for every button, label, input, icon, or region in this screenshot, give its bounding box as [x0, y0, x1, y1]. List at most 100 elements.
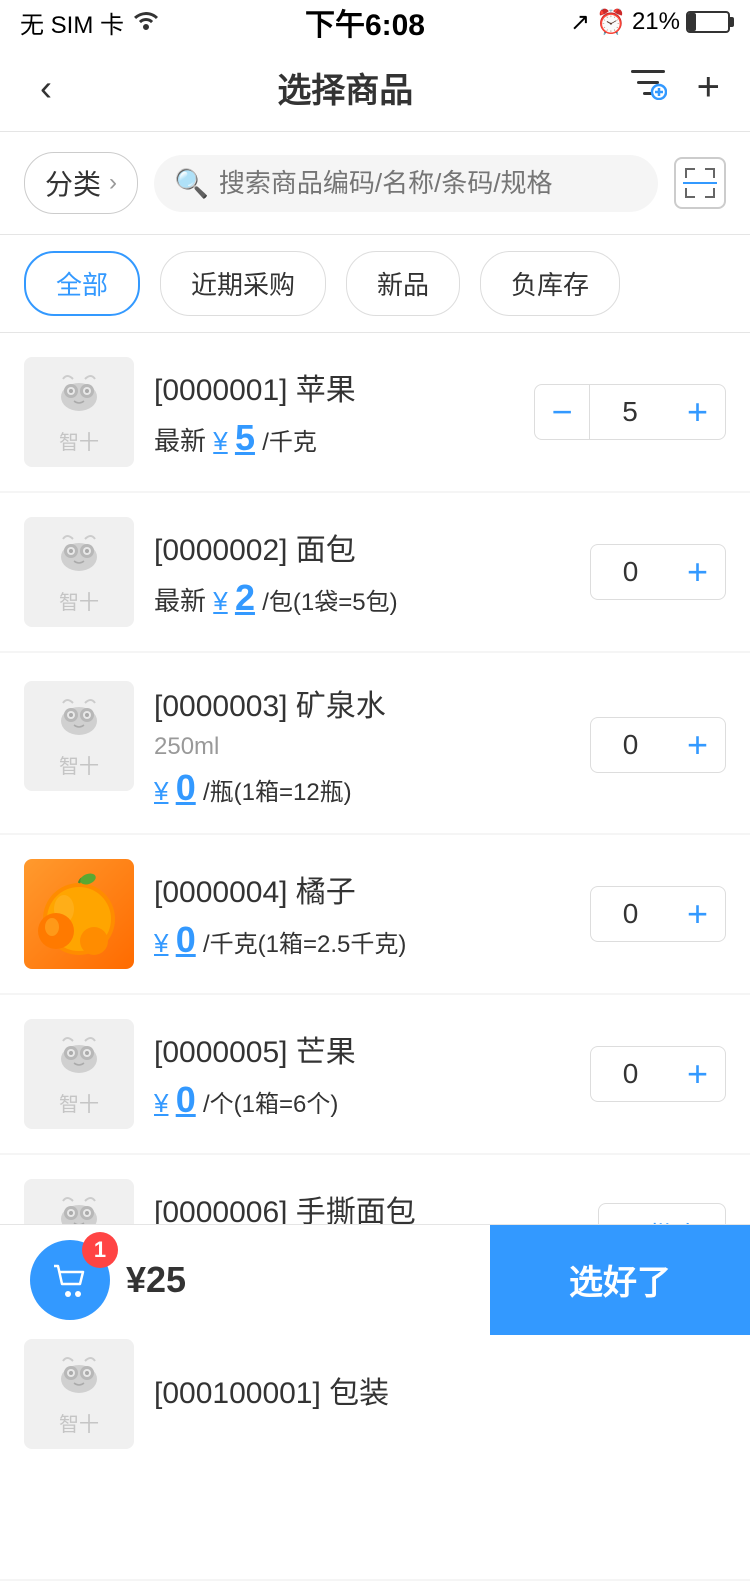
- product-name: [0000004] 橘子: [154, 867, 570, 911]
- status-time: 下午6:08: [305, 0, 425, 44]
- quantity-input[interactable]: [590, 544, 670, 600]
- search-icon: 🔍: [174, 167, 209, 200]
- currency-symbol: ¥: [213, 426, 227, 456]
- owl-icon: [53, 369, 105, 424]
- bottom-bar: 1 ¥25 选好了: [0, 1224, 750, 1334]
- currency-symbol: ¥: [154, 1088, 168, 1118]
- nav-actions: +: [629, 65, 720, 110]
- product-price: ¥ 0 /个(1箱=6个): [154, 1079, 570, 1121]
- product-info: [0000002] 面包 最新 ¥ 2 /包(1袋=5包): [154, 525, 570, 619]
- currency-symbol: ¥: [213, 586, 227, 616]
- owl-text: 智十: [59, 1088, 99, 1117]
- increment-button[interactable]: +: [670, 384, 726, 440]
- list-item: 智十 [000100001] 包装: [0, 1315, 750, 1579]
- product-thumbnail: 智十: [24, 1019, 134, 1129]
- quantity-input[interactable]: [590, 384, 670, 440]
- decrement-button[interactable]: −: [534, 384, 590, 440]
- increment-button[interactable]: +: [670, 544, 726, 600]
- price-value: 0: [176, 767, 196, 808]
- tab-all[interactable]: 全部: [24, 251, 140, 316]
- list-item: 智十 [0000003] 矿泉水 250ml ¥ 0 /瓶(1箱=12瓶) +: [0, 653, 750, 833]
- increment-button[interactable]: +: [670, 717, 726, 773]
- filter-tabs: 全部 近期采购 新品 负库存: [0, 235, 750, 333]
- alarm-icon: ⏰: [596, 8, 626, 37]
- search-input[interactable]: [219, 168, 638, 199]
- product-name: [0000005] 芒果: [154, 1027, 570, 1071]
- tab-new[interactable]: 新品: [346, 251, 460, 316]
- category-button[interactable]: 分类 ›: [24, 152, 138, 214]
- page-title: 选择商品: [277, 63, 413, 112]
- scan-icon[interactable]: [674, 157, 726, 209]
- price-unit: /千克: [262, 429, 317, 456]
- product-name: [0000001] 苹果: [154, 365, 514, 409]
- price-value: 2: [235, 577, 255, 618]
- tab-recent[interactable]: 近期采购: [160, 251, 326, 316]
- price-unit: /包(1袋=5包): [262, 589, 397, 616]
- product-controls: +: [590, 544, 726, 600]
- product-price: 最新 ¥ 2 /包(1袋=5包): [154, 577, 570, 619]
- carrier-text: 无 SIM 卡: [20, 5, 124, 40]
- price-value: 0: [176, 1079, 196, 1120]
- product-info: [0000004] 橘子 ¥ 0 /千克(1箱=2.5千克): [154, 867, 570, 961]
- search-input-wrap: 🔍: [154, 155, 658, 212]
- filter-icon[interactable]: [629, 66, 667, 109]
- product-info: [0000003] 矿泉水 250ml ¥ 0 /瓶(1箱=12瓶): [154, 681, 570, 809]
- product-list: 智十 [0000001] 苹果 最新 ¥ 5 /千克 − +: [0, 333, 750, 1579]
- cart-icon-wrap[interactable]: 1: [30, 1240, 110, 1320]
- product-price: ¥ 0 /千克(1箱=2.5千克): [154, 919, 570, 961]
- status-left: 无 SIM 卡: [20, 5, 160, 40]
- product-info: [0000001] 苹果 最新 ¥ 5 /千克: [154, 365, 514, 459]
- product-thumbnail: 智十: [24, 1339, 134, 1449]
- battery-icon: [686, 11, 730, 33]
- search-bar: 分类 › 🔍: [0, 132, 750, 235]
- increment-button[interactable]: +: [670, 886, 726, 942]
- increment-button[interactable]: +: [670, 1046, 726, 1102]
- price-value: 5: [235, 417, 255, 458]
- tab-negative[interactable]: 负库存: [480, 251, 620, 316]
- product-name: [0000003] 矿泉水: [154, 681, 570, 725]
- price-label: 最新: [154, 586, 213, 616]
- currency-symbol: ¥: [154, 928, 168, 958]
- confirm-button[interactable]: 选好了: [490, 1225, 750, 1335]
- nav-bar: ‹ 选择商品 +: [0, 44, 750, 132]
- list-item: 智十 [0000005] 芒果 ¥ 0 /个(1箱=6个) +: [0, 995, 750, 1153]
- price-unit: /瓶(1箱=12瓶): [203, 779, 352, 806]
- price-value: 0: [176, 919, 196, 960]
- product-controls: +: [590, 1046, 726, 1102]
- product-price: ¥ 0 /瓶(1箱=12瓶): [154, 767, 570, 809]
- chevron-right-icon: ›: [109, 169, 117, 197]
- owl-text: 智十: [59, 426, 99, 455]
- wifi-icon: [132, 8, 160, 37]
- list-item: 智十 [0000002] 面包 最新 ¥ 2 /包(1袋=5包) +: [0, 493, 750, 651]
- owl-text: 智十: [59, 586, 99, 615]
- status-right: ↗ ⏰ 21%: [570, 8, 730, 37]
- owl-icon: [53, 1351, 105, 1406]
- price-unit: /个(1箱=6个): [203, 1091, 338, 1118]
- product-controls: +: [590, 886, 726, 942]
- owl-text: 智十: [59, 1408, 99, 1437]
- list-item: [0000004] 橘子 ¥ 0 /千克(1箱=2.5千克) +: [0, 835, 750, 993]
- back-button[interactable]: ‹: [30, 57, 62, 119]
- product-name: [0000002] 面包: [154, 525, 570, 569]
- cart-section: 1 ¥25: [0, 1240, 490, 1320]
- product-info: [0000005] 芒果 ¥ 0 /个(1箱=6个): [154, 1027, 570, 1121]
- product-thumbnail: [24, 859, 134, 969]
- owl-text: 智十: [59, 750, 99, 779]
- owl-icon: [53, 529, 105, 584]
- battery-percent: 21%: [632, 8, 680, 36]
- status-bar: 无 SIM 卡 下午6:08 ↗ ⏰ 21%: [0, 0, 750, 44]
- add-icon[interactable]: +: [697, 65, 720, 110]
- product-thumbnail: 智十: [24, 681, 134, 791]
- product-info: [000100001] 包装: [154, 1368, 726, 1420]
- price-label: 最新: [154, 426, 213, 456]
- quantity-input[interactable]: [590, 886, 670, 942]
- cart-total: ¥25: [126, 1259, 186, 1301]
- product-controls: − +: [534, 384, 726, 440]
- quantity-input[interactable]: [590, 717, 670, 773]
- product-controls: +: [590, 717, 726, 773]
- list-item: 智十 [0000001] 苹果 最新 ¥ 5 /千克 − +: [0, 333, 750, 491]
- quantity-input[interactable]: [590, 1046, 670, 1102]
- product-thumbnail: 智十: [24, 357, 134, 467]
- cart-badge: 1: [82, 1232, 118, 1268]
- owl-icon: [53, 1031, 105, 1086]
